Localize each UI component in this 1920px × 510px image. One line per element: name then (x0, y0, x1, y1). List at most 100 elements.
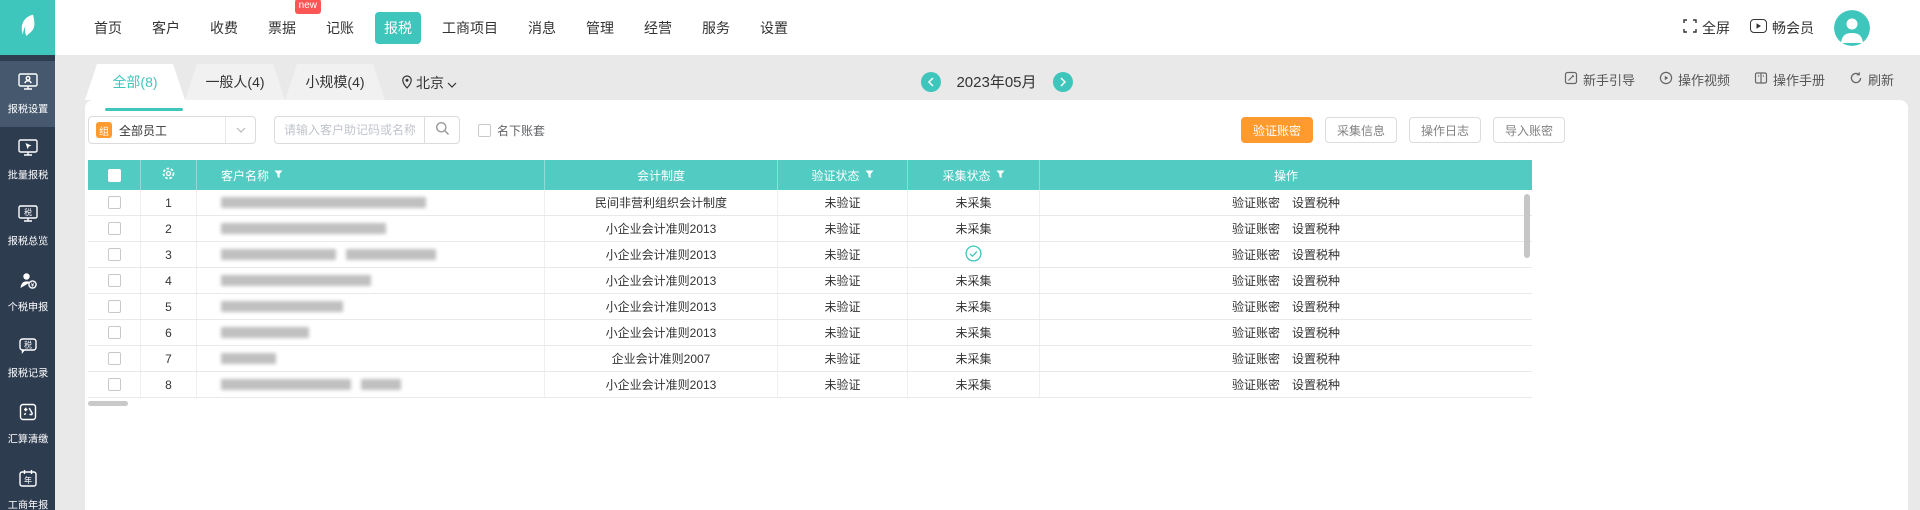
action-tax-link[interactable]: 设置税种 (1292, 324, 1340, 341)
region-selector[interactable]: 北京 (401, 66, 457, 100)
accounting-system: 企业会计准则2007 (611, 352, 711, 366)
main-panel: 组 全部员工 名下账套 (85, 100, 1908, 510)
employee-filter-select[interactable]: 组 全部员工 (88, 116, 256, 144)
select-all-checkbox[interactable] (107, 168, 121, 182)
row-checkbox[interactable] (107, 222, 121, 235)
accounting-system-column-label: 会计制度 (636, 168, 685, 183)
sidebar-item-final-settlement[interactable]: 汇算清缴 (0, 391, 55, 457)
collect-info-button[interactable]: 采集信息 (1324, 117, 1397, 143)
manual-link[interactable]: 操作手册 (1754, 70, 1825, 89)
tab-all[interactable]: 全部(8) (85, 64, 185, 100)
row-checkbox[interactable] (107, 378, 121, 391)
collect-status: 未采集 (955, 222, 992, 236)
action-verify-link[interactable]: 验证账密 (1232, 324, 1280, 341)
tax-bubble-icon: 税 (17, 336, 39, 360)
nav-item-bookkeeping[interactable]: 记账 (317, 12, 363, 44)
action-verify-link[interactable]: 验证账密 (1232, 194, 1280, 211)
sidebar-item-tax-settings[interactable]: 报税设置 (0, 61, 55, 127)
refresh-link[interactable]: 刷新 (1849, 70, 1894, 89)
header-checkbox-cell (88, 160, 141, 190)
filter-funnel-icon[interactable] (274, 168, 283, 182)
accounting-system: 小企业会计准则2013 (605, 378, 717, 392)
vertical-scrollbar-thumb[interactable] (1524, 194, 1530, 258)
client-name-mask (221, 353, 276, 364)
nav-item-operations[interactable]: 经营 (635, 12, 681, 44)
row-checkbox[interactable] (107, 326, 121, 339)
nav-item-fees[interactable]: 收费 (201, 12, 247, 44)
row-number: 1 (165, 195, 172, 210)
sidebar-item-label: 批量报税 (7, 170, 48, 182)
person-yen-icon: ¥ (17, 270, 39, 294)
action-tax-link[interactable]: 设置税种 (1292, 298, 1340, 315)
sidebar-item-filing-records[interactable]: 税 报税记录 (0, 325, 55, 391)
nav-item-messages[interactable]: 消息 (519, 12, 565, 44)
chevron-down-icon (447, 75, 457, 91)
collected-check-icon (965, 244, 982, 265)
action-verify-link[interactable]: 验证账密 (1232, 376, 1280, 393)
row-checkbox[interactable] (107, 274, 121, 287)
sidebar-item-annual-report[interactable]: 年 工商年报 (0, 457, 55, 510)
next-month-button[interactable] (1052, 71, 1073, 92)
row-checkbox[interactable] (107, 196, 121, 209)
client-search-input[interactable] (274, 116, 424, 144)
verify-credentials-button[interactable]: 验证账密 (1240, 117, 1313, 143)
table-row: 7 企业会计准则2007 未验证 未采集 验证账密 设置税种 (88, 346, 1532, 372)
action-verify-link[interactable]: 验证账密 (1232, 272, 1280, 289)
beginner-guide-link[interactable]: 新手引导 (1564, 70, 1635, 89)
nav-item-services[interactable]: 服务 (693, 12, 739, 44)
filter-funnel-icon[interactable] (996, 168, 1005, 182)
filter-funnel-icon[interactable] (865, 168, 874, 182)
nav-item-management[interactable]: 管理 (577, 12, 623, 44)
nav-item-settings[interactable]: 设置 (751, 12, 797, 44)
sidebar-item-label: 工商年报 (7, 500, 48, 510)
horizontal-scrollbar-thumb[interactable] (88, 401, 128, 406)
row-checkbox[interactable] (107, 300, 121, 313)
row-checkbox[interactable] (107, 248, 121, 261)
nav-item-invoices[interactable]: 票据 new (259, 0, 321, 44)
tutorial-video-link[interactable]: 操作视频 (1659, 70, 1730, 89)
nav-item-tax-filing[interactable]: 报税 (375, 11, 421, 44)
action-tax-link[interactable]: 设置税种 (1292, 220, 1340, 237)
own-accounts-checkbox[interactable] (478, 123, 491, 137)
operation-log-button[interactable]: 操作日志 (1408, 117, 1481, 143)
action-tax-link[interactable]: 设置税种 (1292, 376, 1340, 393)
nav-item-business-projects[interactable]: 工商项目 (433, 12, 507, 44)
filter-row: 组 全部员工 名下账套 (88, 116, 1908, 144)
member-button[interactable]: 畅会员 (1750, 18, 1814, 38)
nav-item-customers[interactable]: 客户 (143, 12, 189, 44)
verify-status: 未验证 (824, 222, 861, 236)
fullscreen-button[interactable]: 全屏 (1683, 18, 1730, 38)
action-verify-link[interactable]: 验证账密 (1232, 220, 1280, 237)
accounting-system: 小企业会计准则2013 (605, 248, 717, 262)
user-avatar[interactable] (1834, 9, 1870, 46)
action-tax-link[interactable]: 设置税种 (1292, 272, 1340, 289)
current-period: 2023年05月 (956, 74, 1037, 91)
action-tax-link[interactable]: 设置税种 (1292, 350, 1340, 367)
region-label: 北京 (416, 75, 444, 91)
row-checkbox[interactable] (107, 352, 121, 365)
monitor-tax-icon: 税 (17, 204, 39, 228)
action-verify-link[interactable]: 验证账密 (1232, 298, 1280, 315)
prev-month-button[interactable] (920, 71, 941, 92)
action-tax-link[interactable]: 设置税种 (1292, 194, 1340, 211)
table-row: 8 小企业会计准则2013 未验证 未采集 验证账密 设置税种 (88, 372, 1532, 398)
sidebar-item-label: 报税总览 (7, 236, 48, 248)
search-button[interactable] (424, 116, 460, 144)
tab-small-scale[interactable]: 小规模(4) (285, 64, 385, 100)
import-credentials-button[interactable]: 导入账密 (1492, 117, 1565, 143)
sidebar-item-personal-tax[interactable]: ¥ 个税申报 (0, 259, 55, 325)
action-verify-link[interactable]: 验证账密 (1232, 350, 1280, 367)
client-search (274, 116, 460, 144)
nav-item-home[interactable]: 首页 (85, 12, 131, 44)
action-tax-link[interactable]: 设置税种 (1292, 246, 1340, 263)
collect-status: 未采集 (955, 300, 992, 314)
column-settings-gear-icon[interactable] (161, 166, 176, 184)
svg-text:年: 年 (24, 475, 32, 485)
action-verify-link[interactable]: 验证账密 (1232, 246, 1280, 263)
leaf-logo-icon (13, 11, 43, 44)
tab-general-taxpayer[interactable]: 一般人(4) (185, 64, 285, 100)
row-number: 6 (165, 325, 172, 340)
sidebar-item-tax-overview[interactable]: 税 报税总览 (0, 193, 55, 259)
svg-text:税: 税 (24, 207, 32, 217)
sidebar-item-batch-filing[interactable]: 批量报税 (0, 127, 55, 193)
